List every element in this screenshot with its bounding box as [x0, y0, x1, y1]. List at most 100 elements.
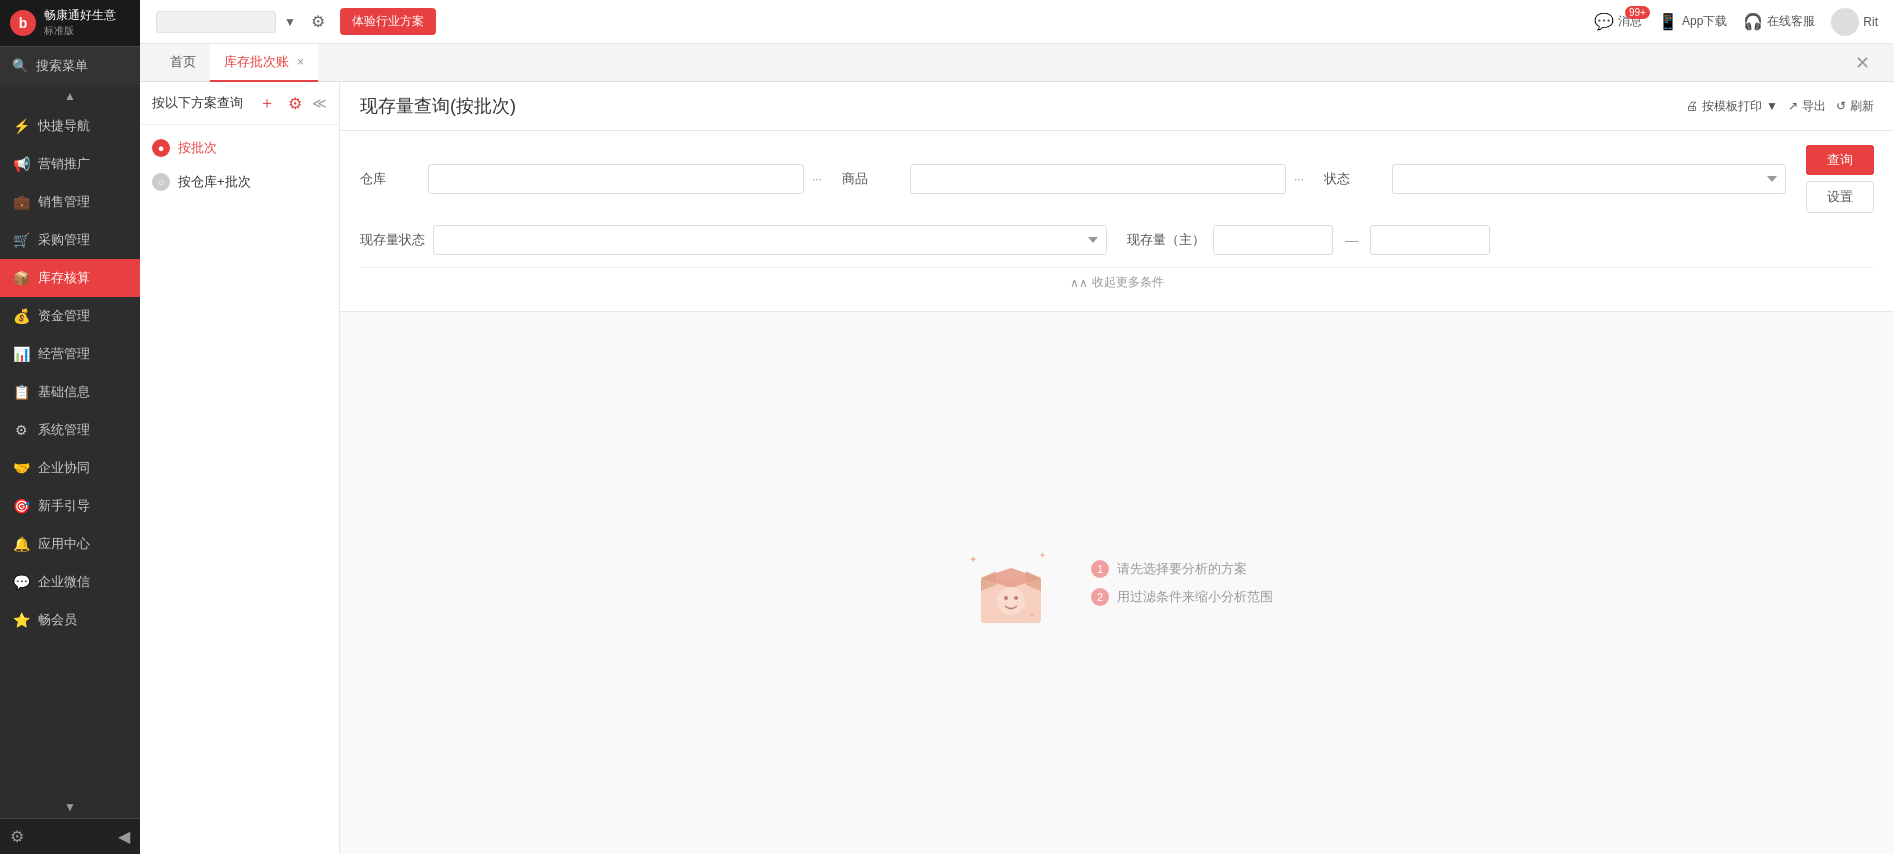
right-content: 现存量查询(按批次) 🖨 按模板打印 ▼ ↗ 导出 ↺ [340, 82, 1894, 854]
sidebar-item-label: 企业协同 [38, 459, 90, 477]
query-button[interactable]: 查询 [1806, 145, 1874, 175]
tab-home-label: 首页 [170, 53, 196, 71]
sidebar-item-label: 应用中心 [38, 535, 90, 553]
inventory-amount-filter: 现存量（主） — [1127, 225, 1874, 255]
sidebar-item-app-center[interactable]: 🔔 应用中心 [0, 525, 140, 563]
scheme-item-label: 按仓库+批次 [178, 173, 251, 191]
topbar-settings-button[interactable]: ⚙ [304, 8, 332, 36]
sidebar-scroll-up[interactable]: ▲ [0, 85, 140, 107]
sidebar-item-label: 资金管理 [38, 307, 90, 325]
basic-icon: 📋 [12, 383, 30, 401]
wechat-icon: 💬 [12, 573, 30, 591]
sidebar-item-member[interactable]: ⭐ 畅会员 [0, 601, 140, 639]
tab-inventory-batch[interactable]: 库存批次账 × [210, 44, 318, 82]
sidebar-item-label: 经营管理 [38, 345, 90, 363]
warehouse-more-button[interactable]: ··· [812, 172, 822, 186]
sidebar-item-marketing[interactable]: 📢 营销推广 [0, 145, 140, 183]
content-area: 按以下方案查询 ＋ ⚙ ≪ ● 按批次 ○ 按 [140, 82, 1894, 854]
topbar-left: ▼ ⚙ 体验行业方案 [156, 8, 1582, 36]
scheme-item-by-warehouse-batch[interactable]: ○ 按仓库+批次 [140, 165, 339, 199]
inventory-status-select[interactable] [433, 225, 1107, 255]
messages-button[interactable]: 💬 消息 99+ [1594, 12, 1642, 31]
print-label: 按模板打印 [1702, 98, 1762, 115]
tab-bar: 首页 库存批次账 × ✕ [140, 44, 1894, 82]
collapse-sidebar-icon[interactable]: ◀ [118, 827, 130, 846]
breadcrumb-input[interactable] [156, 11, 276, 33]
sidebar-item-wechat[interactable]: 💬 企业微信 [0, 563, 140, 601]
sidebar-item-label: 新手引导 [38, 497, 90, 515]
status-select[interactable] [1392, 164, 1786, 194]
tab-close-icon[interactable]: × [297, 55, 304, 69]
refresh-button[interactable]: ↺ 刷新 [1836, 98, 1874, 115]
app-center-icon: 🔔 [12, 535, 30, 553]
export-button[interactable]: ↗ 导出 [1788, 98, 1826, 115]
product-more-button[interactable]: ··· [1294, 172, 1304, 186]
print-dropdown-icon: ▼ [1766, 99, 1778, 113]
svg-text:✦: ✦ [1029, 612, 1035, 619]
product-input[interactable] [910, 164, 1286, 194]
user-avatar-button[interactable]: Rit [1831, 8, 1878, 36]
tip-text-2: 用过滤条件来缩小分析范围 [1117, 588, 1273, 606]
svg-text:✦: ✦ [969, 554, 977, 565]
sidebar-scroll-down[interactable]: ▼ [0, 796, 140, 818]
sidebar-item-enterprise[interactable]: 🤝 企业协同 [0, 449, 140, 487]
sidebar-item-guide[interactable]: 🎯 新手引导 [0, 487, 140, 525]
quick-nav-icon: ⚡ [12, 117, 30, 135]
settings-button[interactable]: 设置 [1806, 181, 1874, 213]
left-panel-items: ● 按批次 ○ 按仓库+批次 [140, 125, 339, 854]
export-icon: ↗ [1788, 99, 1798, 113]
inventory-status-label: 现存量状态 [360, 231, 425, 249]
inventory-amount-min-input[interactable] [1213, 225, 1333, 255]
collapse-more-button[interactable]: ∧∧ 收起更多条件 [360, 267, 1874, 297]
sidebar-item-business[interactable]: 📊 经营管理 [0, 335, 140, 373]
sidebar-item-purchase[interactable]: 🛒 采购管理 [0, 221, 140, 259]
empty-tips: 1 请先选择要分析的方案 2 用过滤条件来缩小分析范围 [1091, 560, 1273, 606]
sidebar-item-quick-nav[interactable]: ⚡ 快捷导航 [0, 107, 140, 145]
sidebar-item-label: 销售管理 [38, 193, 90, 211]
user-name: Rit [1863, 15, 1878, 29]
left-panel: 按以下方案查询 ＋ ⚙ ≪ ● 按批次 ○ 按 [140, 82, 340, 854]
page-header: 现存量查询(按批次) 🖨 按模板打印 ▼ ↗ 导出 ↺ [340, 82, 1894, 131]
print-icon: 🖨 [1686, 99, 1698, 113]
app-info: 畅康通好生意 标准版 [44, 8, 116, 38]
app-logo: b [10, 10, 36, 36]
inventory-amount-max-input[interactable] [1370, 225, 1490, 255]
scheme-item-by-batch[interactable]: ● 按批次 [140, 131, 339, 165]
inventory-amount-label: 现存量（主） [1127, 231, 1205, 249]
online-service-label: 在线客服 [1767, 13, 1815, 30]
sidebar-item-system[interactable]: ⚙ 系统管理 [0, 411, 140, 449]
scheme-settings-button[interactable]: ⚙ [284, 92, 306, 114]
trial-button[interactable]: 体验行业方案 [340, 8, 436, 35]
settings-icon[interactable]: ⚙ [10, 827, 24, 846]
sidebar-search[interactable]: 🔍 搜索菜单 [0, 47, 140, 85]
topbar: ▼ ⚙ 体验行业方案 💬 消息 99+ 📱 App下载 🎧 在线客服 Rit [140, 0, 1894, 44]
add-scheme-button[interactable]: ＋ [256, 92, 278, 114]
dropdown-button[interactable]: ▼ [284, 15, 296, 29]
warehouse-input[interactable] [428, 164, 804, 194]
online-service-button[interactable]: 🎧 在线客服 [1743, 12, 1815, 31]
tab-home[interactable]: 首页 [156, 44, 210, 82]
sidebar-item-finance[interactable]: 💰 资金管理 [0, 297, 140, 335]
refresh-icon: ↺ [1836, 99, 1846, 113]
collapse-up-icon: ∧∧ [1070, 276, 1088, 290]
sidebar: b 畅康通好生意 标准版 🔍 搜索菜单 ▲ ⚡ 快捷导航 📢 营销推广 💼 销售… [0, 0, 140, 854]
sidebar-item-sales[interactable]: 💼 销售管理 [0, 183, 140, 221]
marketing-icon: 📢 [12, 155, 30, 173]
sidebar-item-inventory[interactable]: 📦 库存核算 [0, 259, 140, 297]
app-title: 畅康通好生意 [44, 8, 116, 24]
status-label: 状态 [1324, 170, 1384, 188]
app-download-button[interactable]: 📱 App下载 [1658, 12, 1727, 31]
sidebar-item-label: 畅会员 [38, 611, 77, 629]
filter-section: 仓库 ··· 商品 ··· 状态 [340, 131, 1894, 312]
page-actions: 🖨 按模板打印 ▼ ↗ 导出 ↺ 刷新 [1686, 98, 1874, 115]
export-label: 导出 [1802, 98, 1826, 115]
print-button[interactable]: 🖨 按模板打印 ▼ [1686, 98, 1778, 115]
empty-state: ✦ ✦ ✦ 1 请先选择要分析的方案 2 用过滤条件来缩小分析范围 [340, 312, 1894, 854]
enterprise-icon: 🤝 [12, 459, 30, 477]
sidebar-item-basic[interactable]: 📋 基础信息 [0, 373, 140, 411]
product-label: 商品 [842, 170, 902, 188]
panel-collapse-button[interactable]: ≪ [312, 95, 327, 111]
svg-point-5 [1004, 596, 1008, 600]
tab-panel-close-icon[interactable]: ✕ [1847, 52, 1878, 74]
plus-icon: ＋ [259, 93, 275, 114]
